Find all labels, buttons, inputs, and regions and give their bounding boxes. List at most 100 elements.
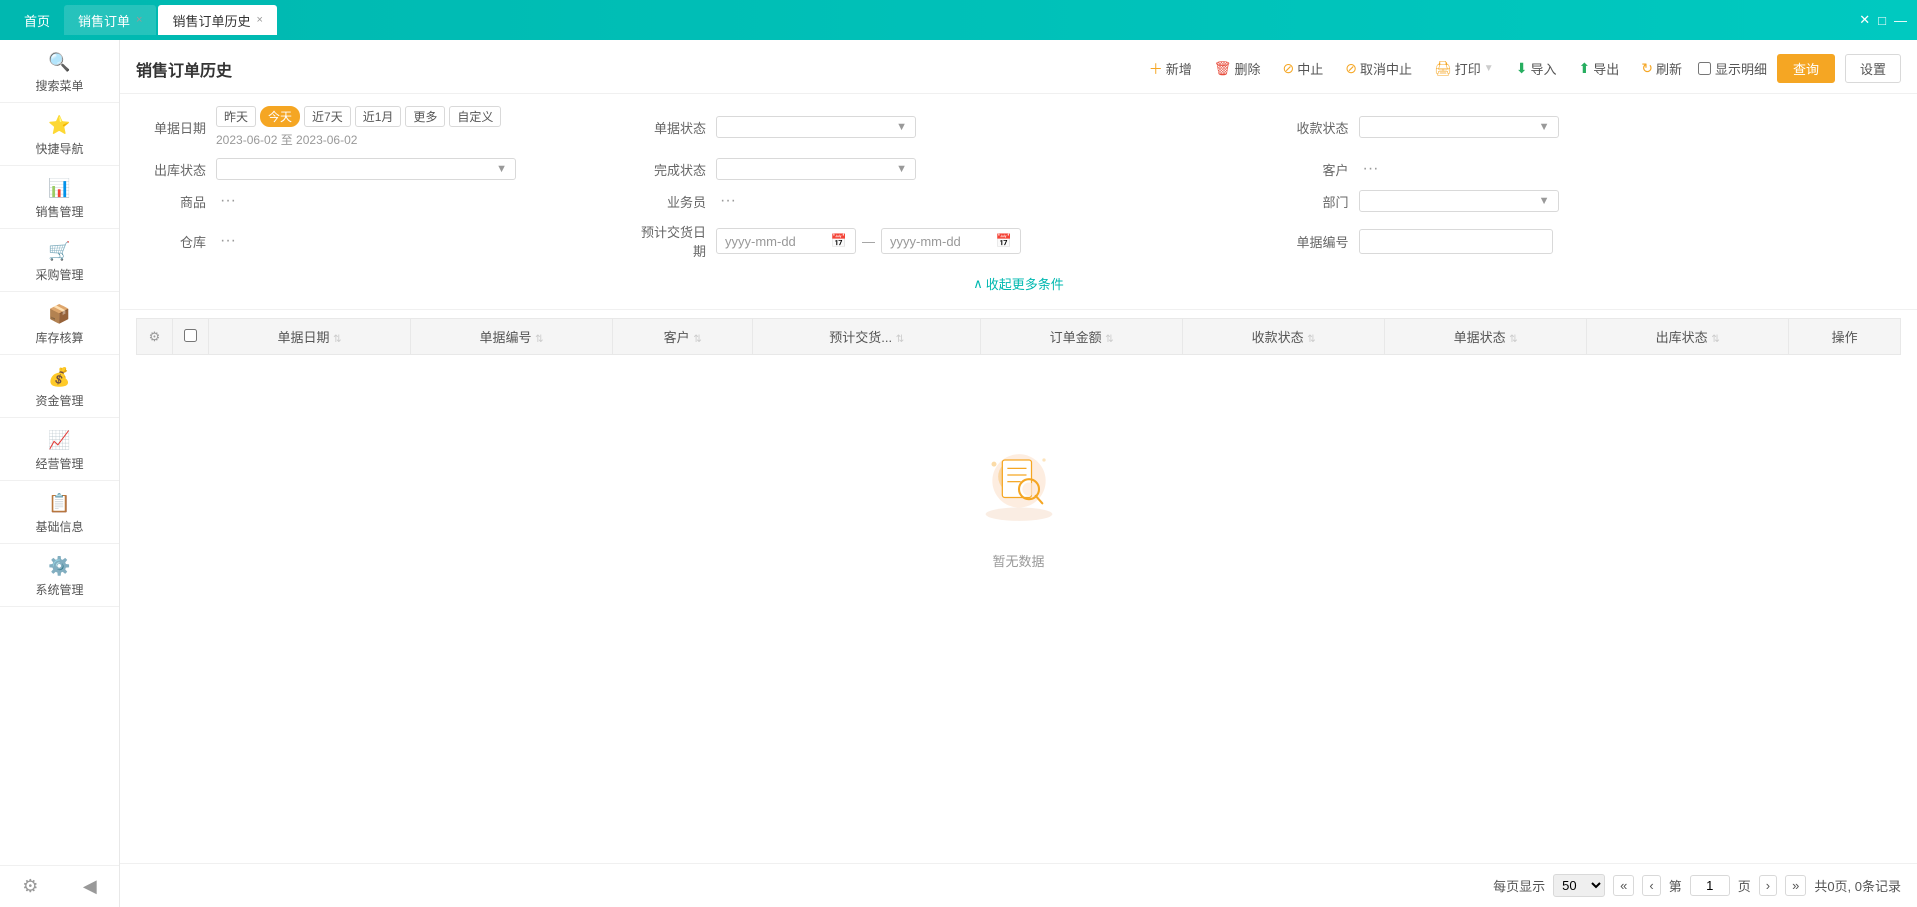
delivery-date-to-text: yyyy-mm-dd: [890, 234, 961, 249]
customer-label: 客户: [1279, 160, 1359, 179]
page-title: 销售订单历史: [136, 57, 232, 81]
query-button[interactable]: 查询: [1777, 54, 1835, 83]
display-details-checkbox[interactable]: 显示明细: [1698, 59, 1767, 78]
date-btn-1month[interactable]: 近1月: [355, 106, 402, 127]
refresh-icon: ↻: [1641, 60, 1653, 77]
completion-select[interactable]: ▼: [716, 158, 916, 180]
col-date-sort[interactable]: ⇅: [333, 334, 341, 345]
tab-sales-order[interactable]: 销售订单 ×: [64, 5, 156, 35]
first-page-button[interactable]: «: [1613, 875, 1634, 896]
sidebar-item-quick-nav[interactable]: ⭐ 快捷导航: [0, 103, 119, 166]
col-outbound-status[interactable]: 出库状态 ⇅: [1587, 319, 1789, 355]
receipt-status-select[interactable]: ▼: [1359, 116, 1559, 138]
sidebar-item-inventory[interactable]: 📦 库存核算: [0, 292, 119, 355]
col-action-label: 操作: [1832, 330, 1858, 345]
window-close-icon[interactable]: ✕: [1859, 12, 1870, 28]
sidebar-bottom: ⚙ ◀: [0, 865, 119, 907]
tab-sales-order-history[interactable]: 销售订单历史 ×: [158, 5, 276, 35]
date-btn-more[interactable]: 更多: [405, 106, 445, 127]
sidebar-item-operations[interactable]: 📈 经营管理: [0, 418, 119, 481]
filter-order-number-col: 单据编号: [1279, 229, 1902, 254]
col-amount-sort[interactable]: ⇅: [1105, 334, 1113, 345]
filter-row-3: 商品 ··· 业务员 ··· 部门 ▼: [136, 190, 1901, 212]
sidebar-item-finance[interactable]: 💰 资金管理: [0, 355, 119, 418]
col-customer[interactable]: 客户 ⇅: [613, 319, 753, 355]
col-number-sort[interactable]: ⇅: [535, 334, 543, 345]
display-details-label: 显示明细: [1715, 59, 1767, 78]
col-receipt-status[interactable]: 收款状态 ⇅: [1183, 319, 1385, 355]
table-settings-icon[interactable]: ⚙: [149, 329, 161, 344]
select-all-checkbox[interactable]: [184, 329, 197, 342]
window-minimize-icon[interactable]: —: [1894, 13, 1907, 28]
new-button[interactable]: ＋ 新增: [1143, 56, 1198, 82]
import-button[interactable]: ⬇ 导入: [1510, 56, 1563, 81]
date-btn-yesterday[interactable]: 昨天: [216, 106, 256, 127]
col-number[interactable]: 单据编号 ⇅: [411, 319, 613, 355]
refresh-button[interactable]: ↻ 刷新: [1635, 56, 1688, 81]
filter-salesperson-col: 业务员 ···: [636, 192, 1259, 211]
col-delivery-sort[interactable]: ⇅: [896, 334, 904, 345]
col-amount[interactable]: 订单金额 ⇅: [981, 319, 1183, 355]
per-page-label: 每页显示: [1493, 876, 1545, 895]
outbound-select-arrow: ▼: [496, 163, 507, 175]
delete-label: 删除: [1234, 59, 1260, 78]
collapse-button[interactable]: ∧ 收起更多条件: [136, 270, 1901, 297]
receipt-status-select-arrow: ▼: [1539, 121, 1550, 133]
delete-button[interactable]: 🗑 删除: [1208, 56, 1267, 81]
quick-nav-icon: ⭐: [48, 115, 70, 136]
calendar-from-icon[interactable]: 📅: [831, 233, 847, 249]
cancel-stop-button[interactable]: ⊘ 取消中止: [1339, 56, 1418, 81]
sidebar-item-sales[interactable]: 📊 销售管理: [0, 166, 119, 229]
col-delivery[interactable]: 预计交货... ⇅: [753, 319, 981, 355]
export-button[interactable]: ⬆ 导出: [1572, 56, 1625, 81]
sidebar-item-system[interactable]: ⚙️ 系统管理: [0, 544, 119, 607]
completion-label: 完成状态: [636, 160, 716, 179]
department-select[interactable]: ▼: [1359, 190, 1559, 212]
delivery-date-from[interactable]: yyyy-mm-dd 📅: [716, 228, 856, 254]
settings-button[interactable]: 设置: [1845, 54, 1901, 83]
prev-page-button[interactable]: ‹: [1642, 875, 1660, 896]
display-details-input[interactable]: [1698, 62, 1711, 75]
home-tab[interactable]: 首页: [10, 5, 64, 35]
col-doc-status-sort[interactable]: ⇅: [1509, 334, 1517, 345]
filter-product-col: 商品 ···: [136, 192, 636, 211]
completion-select-arrow: ▼: [896, 163, 907, 175]
delivery-date-to[interactable]: yyyy-mm-dd 📅: [881, 228, 1021, 254]
sidebar-item-sales-label: 销售管理: [35, 203, 83, 220]
inventory-icon: 📦: [48, 304, 70, 325]
sidebar-item-search[interactable]: 🔍 搜索菜单: [0, 40, 119, 103]
main-layout: 🔍 搜索菜单 ⭐ 快捷导航 📊 销售管理 🛒 采购管理 📦 库存核算 💰 资金管…: [0, 40, 1917, 907]
sidebar-item-purchase[interactable]: 🛒 采购管理: [0, 229, 119, 292]
col-customer-sort[interactable]: ⇅: [693, 334, 701, 345]
date-btn-today[interactable]: 今天: [260, 106, 300, 127]
page-input[interactable]: [1690, 875, 1730, 896]
customer-ellipsis[interactable]: ···: [1359, 160, 1383, 178]
status-select[interactable]: ▼: [716, 116, 916, 138]
stop-button[interactable]: ⊘ 中止: [1277, 56, 1330, 81]
tab-sales-order-close[interactable]: ×: [136, 14, 142, 26]
next-page-button[interactable]: ›: [1759, 875, 1777, 896]
sidebar-collapse-icon[interactable]: ◀: [83, 876, 97, 897]
order-number-input[interactable]: [1359, 229, 1553, 254]
page-header: 销售订单历史 ＋ 新增 🗑 删除 ⊘ 中止 ⊘ 取消中止: [120, 40, 1917, 94]
date-btn-7days[interactable]: 近7天: [304, 106, 351, 127]
page-word: 第: [1669, 876, 1682, 895]
col-date[interactable]: 单据日期 ⇅: [209, 319, 411, 355]
pagination: 每页显示 50 100 200 « ‹ 第 页 › » 共0页, 0条记录: [120, 863, 1917, 907]
last-page-button[interactable]: »: [1785, 875, 1806, 896]
per-page-select[interactable]: 50 100 200: [1553, 874, 1605, 897]
col-receipt-status-sort[interactable]: ⇅: [1307, 334, 1315, 345]
product-ellipsis[interactable]: ···: [216, 192, 240, 210]
col-outbound-status-sort[interactable]: ⇅: [1711, 334, 1719, 345]
window-maximize-icon[interactable]: □: [1878, 13, 1886, 28]
salesperson-ellipsis[interactable]: ···: [716, 192, 740, 210]
print-button[interactable]: 🖨 打印 ▼: [1428, 56, 1500, 81]
date-btn-custom[interactable]: 自定义: [449, 106, 501, 127]
sidebar-settings-icon[interactable]: ⚙: [22, 876, 38, 897]
sidebar-item-basic-info[interactable]: 📋 基础信息: [0, 481, 119, 544]
col-doc-status[interactable]: 单据状态 ⇅: [1385, 319, 1587, 355]
tab-sales-order-history-close[interactable]: ×: [256, 14, 262, 26]
calendar-to-icon[interactable]: 📅: [996, 233, 1012, 249]
warehouse-ellipsis[interactable]: ···: [216, 232, 240, 250]
outbound-select[interactable]: ▼: [216, 158, 516, 180]
